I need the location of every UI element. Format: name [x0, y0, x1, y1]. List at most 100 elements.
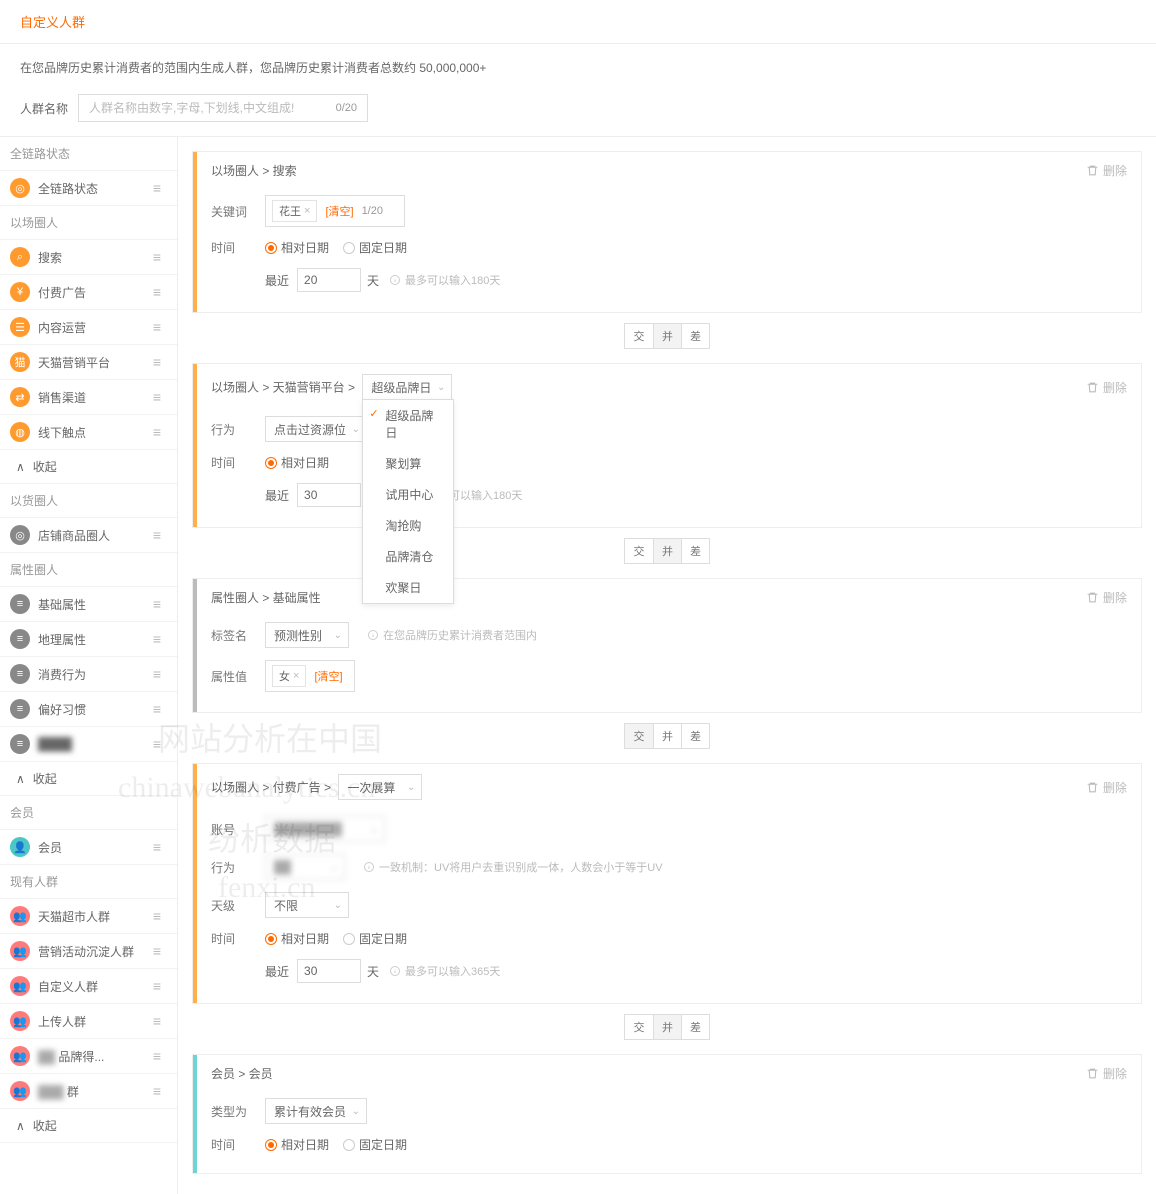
radio-fixed-date[interactable]: 固定日期 — [343, 1136, 407, 1153]
op-intersect[interactable]: 交 — [625, 1015, 653, 1039]
menu-icon[interactable]: ≡ — [147, 666, 167, 682]
menu-icon[interactable]: ≡ — [147, 631, 167, 647]
sidebar-item-geo-attr[interactable]: ≡地理属性≡ — [0, 622, 177, 657]
menu-icon[interactable]: ≡ — [147, 249, 167, 265]
sidebar-item-sales-channel[interactable]: ⇄销售渠道≡ — [0, 380, 177, 415]
op-intersect[interactable]: 交 — [625, 724, 653, 748]
clear-button[interactable]: [清空] — [325, 203, 353, 219]
menu-icon[interactable]: ≡ — [147, 596, 167, 612]
sidebar-item-upload-audience[interactable]: 👥上传人群≡ — [0, 1004, 177, 1039]
menu-icon[interactable]: ≡ — [147, 389, 167, 405]
dropdown-item[interactable]: 品牌清仓 — [363, 541, 453, 572]
menu-icon[interactable]: ≡ — [147, 701, 167, 717]
member-type-select[interactable]: 累计有效会员⌄ — [265, 1098, 367, 1124]
menu-icon[interactable]: ≡ — [147, 908, 167, 924]
menu-icon[interactable]: ≡ — [147, 180, 167, 196]
behavior-select[interactable]: ██⌄ — [265, 854, 345, 880]
op-union[interactable]: 并 — [653, 324, 681, 348]
tab-custom-audience[interactable]: 自定义人群 — [20, 0, 85, 43]
menu-icon[interactable]: ≡ — [147, 839, 167, 855]
menu-icon[interactable]: ≡ — [147, 978, 167, 994]
tag-remove-icon[interactable]: × — [304, 205, 310, 217]
sidebar-item-group[interactable]: 👥███ 群≡ — [0, 1074, 177, 1109]
menu-icon[interactable]: ≡ — [147, 527, 167, 543]
dropdown-item[interactable]: 淘抢购 — [363, 510, 453, 541]
filter-icon: ≡ — [10, 594, 30, 614]
op-diff[interactable]: 差 — [681, 1015, 709, 1039]
dropdown-item[interactable]: 试用中心 — [363, 479, 453, 510]
tmall-channel-select[interactable]: 超级品牌日 ⌄ 超级品牌日 聚划算 试用中心 淘抢购 品牌清仓 欢聚日 — [362, 374, 452, 400]
card-tmall: 以场圈人 > 天猫营销平台 > 超级品牌日 ⌄ 超级品牌日 聚划算 试用中心 淘… — [192, 363, 1142, 528]
tag-remove-icon[interactable]: × — [293, 670, 299, 682]
sidebar-item-brand[interactable]: 👥██ 品牌得...≡ — [0, 1039, 177, 1074]
level-select[interactable]: 不限⌄ — [265, 892, 349, 918]
op-diff[interactable]: 差 — [681, 724, 709, 748]
op-diff[interactable]: 差 — [681, 324, 709, 348]
delete-button[interactable]: 删除 — [1086, 379, 1127, 396]
keyword-tagbox[interactable]: 花王× [清空] 1/20 — [265, 195, 405, 227]
sidebar-item-basic-attr[interactable]: ≡基础属性≡ — [0, 587, 177, 622]
sidebar-item-custom-audience[interactable]: 👥自定义人群≡ — [0, 969, 177, 1004]
value-tagbox[interactable]: 女× [清空] — [265, 660, 355, 692]
radio-relative-date[interactable]: 相对日期 — [265, 239, 329, 256]
sidebar-item-obscured[interactable]: ≡████≡ — [0, 727, 177, 762]
menu-icon[interactable]: ≡ — [147, 1048, 167, 1064]
sidebar-item-label: 上传人群 — [38, 1013, 147, 1030]
op-union[interactable]: 并 — [653, 1015, 681, 1039]
radio-relative-date[interactable]: 相对日期 — [265, 454, 329, 471]
delete-button[interactable]: 删除 — [1086, 162, 1127, 179]
dropdown-item[interactable]: 聚划算 — [363, 448, 453, 479]
menu-icon[interactable]: ≡ — [147, 736, 167, 752]
dropdown-item[interactable]: 欢聚日 — [363, 572, 453, 603]
behavior-select[interactable]: 点击过资源位⌄ — [265, 416, 367, 442]
sidebar-item-tmall-marketing[interactable]: 猫天猫营销平台≡ — [0, 345, 177, 380]
sidebar-item-marketing-deposit[interactable]: 👥营销活动沉淀人群≡ — [0, 934, 177, 969]
op-intersect[interactable]: 交 — [625, 324, 653, 348]
delete-button[interactable]: 删除 — [1086, 779, 1127, 796]
menu-icon[interactable]: ≡ — [147, 1083, 167, 1099]
days-input[interactable] — [297, 959, 361, 983]
time-label: 时间 — [211, 454, 265, 471]
sidebar-item-content-ops[interactable]: ☰内容运营≡ — [0, 310, 177, 345]
op-intersect[interactable]: 交 — [625, 539, 653, 563]
delete-button[interactable]: 删除 — [1086, 589, 1127, 606]
sidebar: 全链路状态 ◎ 全链路状态 ≡ 以场圈人 ⌕搜索≡ ¥付费广告≡ ☰内容运营≡ … — [0, 137, 178, 1194]
sidebar-item-habits[interactable]: ≡偏好习惯≡ — [0, 692, 177, 727]
days-input[interactable] — [297, 483, 361, 507]
name-input-wrap[interactable]: 0/20 — [78, 94, 368, 122]
account-select[interactable]: ████████⌄ — [265, 816, 385, 842]
value-tag: 女× — [272, 665, 306, 687]
op-diff[interactable]: 差 — [681, 539, 709, 563]
menu-icon[interactable]: ≡ — [147, 424, 167, 440]
sidebar-item-shop-goods[interactable]: ◎店铺商品圈人≡ — [0, 518, 177, 553]
radio-relative-date[interactable]: 相对日期 — [265, 930, 329, 947]
radio-fixed-date[interactable]: 固定日期 — [343, 239, 407, 256]
sidebar-item-member[interactable]: 👤会员≡ — [0, 830, 177, 865]
menu-icon[interactable]: ≡ — [147, 1013, 167, 1029]
audience-name-input[interactable] — [89, 101, 327, 115]
tag-select[interactable]: 预测性别⌄ — [265, 622, 349, 648]
paid-channel-select[interactable]: 一次展算⌄ — [338, 774, 422, 800]
sidebar-item-full-link-status[interactable]: ◎ 全链路状态 ≡ — [0, 171, 177, 206]
sidebar-item-search[interactable]: ⌕搜索≡ — [0, 240, 177, 275]
radio-relative-date[interactable]: 相对日期 — [265, 1136, 329, 1153]
radio-fixed-date[interactable]: 固定日期 — [343, 930, 407, 947]
days-input[interactable] — [297, 268, 361, 292]
op-union[interactable]: 并 — [653, 724, 681, 748]
sidebar-item-consume-behavior[interactable]: ≡消费行为≡ — [0, 657, 177, 692]
menu-icon[interactable]: ≡ — [147, 943, 167, 959]
sidebar-item-tmall-super[interactable]: 👥天猫超市人群≡ — [0, 899, 177, 934]
collapse-toggle[interactable]: ∧收起 — [0, 1109, 177, 1143]
delete-button[interactable]: 删除 — [1086, 1065, 1127, 1082]
menu-icon[interactable]: ≡ — [147, 284, 167, 300]
clear-button[interactable]: [清空] — [314, 668, 342, 684]
menu-icon[interactable]: ≡ — [147, 319, 167, 335]
collapse-toggle[interactable]: ∧收起 — [0, 450, 177, 484]
op-union[interactable]: 并 — [653, 539, 681, 563]
name-input-row: 人群名称 0/20 — [0, 86, 1156, 136]
sidebar-item-offline[interactable]: ◍线下触点≡ — [0, 415, 177, 450]
sidebar-item-paid-ads[interactable]: ¥付费广告≡ — [0, 275, 177, 310]
menu-icon[interactable]: ≡ — [147, 354, 167, 370]
collapse-toggle[interactable]: ∧收起 — [0, 762, 177, 796]
dropdown-item[interactable]: 超级品牌日 — [363, 400, 453, 448]
